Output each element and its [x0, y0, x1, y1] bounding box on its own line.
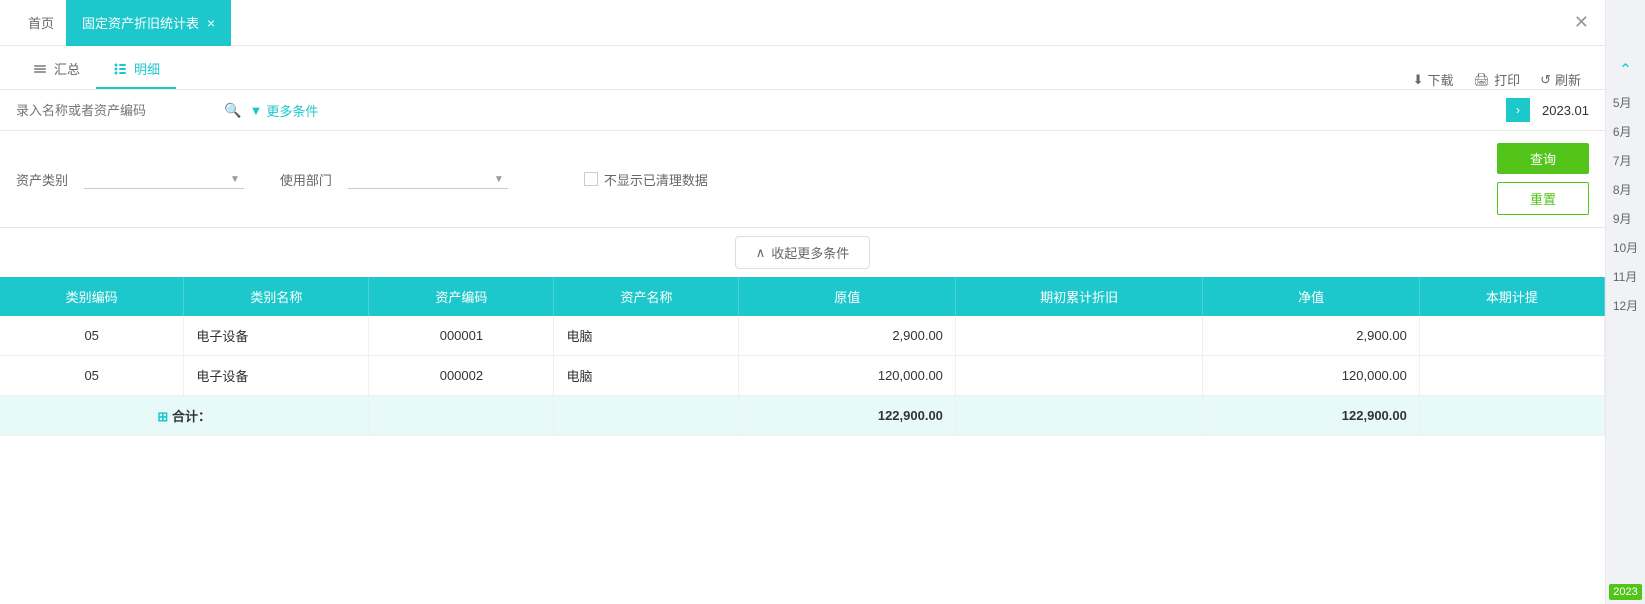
department-select[interactable]: [348, 169, 508, 189]
download-label: 下载: [1428, 70, 1454, 89]
tab-summary[interactable]: 汇总: [16, 49, 96, 89]
table-header-row: 类别编码 类别名称 资产编码 资产名称 原值 期初累计折旧 净值 本期计提: [0, 277, 1605, 316]
sub-tabs-bar: 汇总 明细 ⬇ 下载: [0, 46, 1605, 90]
cell-accumulated-depreciation: [955, 356, 1203, 396]
sidebar-month-item[interactable]: 10月: [1613, 233, 1638, 262]
sidebar-month-item[interactable]: 7月: [1613, 146, 1638, 175]
search-bar: 🔍 ▼ 更多条件 › 2023.01: [0, 90, 1605, 131]
more-filter-button[interactable]: ▼ 更多条件: [249, 101, 318, 120]
cell-current-depreciation: [1419, 356, 1604, 396]
filter-actions: 查询 重置: [1497, 143, 1589, 215]
nav-tab-label: 固定资产折旧统计表: [82, 13, 199, 32]
sidebar-month-item[interactable]: 9月: [1613, 204, 1638, 233]
sidebar-month-item[interactable]: 11月: [1613, 262, 1638, 291]
refresh-button[interactable]: ↺ 刷新: [1540, 70, 1581, 89]
content-wrapper: 汇总 明细 ⬇ 下载: [0, 46, 1605, 604]
nav-tab-close-icon[interactable]: ×: [207, 15, 215, 31]
data-table: 类别编码 类别名称 资产编码 资产名称 原值 期初累计折旧 净值 本期计提 05…: [0, 277, 1605, 436]
total-accumulated-depreciation: [955, 396, 1203, 436]
search-icon[interactable]: 🔍: [224, 102, 241, 119]
print-button[interactable]: 🖨 打印: [1474, 70, 1521, 89]
cell-category-code: 05: [0, 316, 184, 356]
cell-asset-name: 电脑: [554, 356, 739, 396]
asset-category-select[interactable]: [84, 169, 244, 189]
asset-category-label: 资产类别: [16, 170, 76, 189]
tab-detail[interactable]: 明细: [96, 49, 176, 89]
col-asset-name: 资产名称: [554, 277, 739, 316]
top-nav: 首页 固定资产折旧统计表 × ✕: [0, 0, 1605, 46]
filter-area: 资产类别 ▼ 使用部门 ▼: [0, 131, 1605, 228]
collapse-label: 收起更多条件: [771, 243, 849, 262]
sidebar-month-item[interactable]: 8月: [1613, 175, 1638, 204]
collapse-row: ∧ 收起更多条件: [0, 228, 1605, 277]
search-input[interactable]: [16, 103, 216, 118]
tab-summary-label: 汇总: [54, 59, 80, 78]
filter-row: 资产类别 ▼ 使用部门 ▼: [16, 143, 1589, 215]
print-label: 打印: [1494, 70, 1520, 89]
toolbar-buttons: ⬇ 下载 🖨 打印 ↺ 刷新: [1413, 70, 1589, 89]
cell-original-value: 120,000.00: [739, 356, 955, 396]
total-asset-code: [369, 396, 554, 436]
date-nav-button[interactable]: ›: [1506, 98, 1530, 122]
total-current-depreciation: [1419, 396, 1604, 436]
right-sidebar: ⌃ 5月6月7月8月9月10月11月12月 2023: [1605, 0, 1645, 604]
col-accumulated-depreciation: 期初累计折旧: [955, 277, 1203, 316]
col-asset-code: 资产编码: [369, 277, 554, 316]
refresh-label: 刷新: [1555, 70, 1581, 89]
data-table-wrapper: 类别编码 类别名称 资产编码 资产名称 原值 期初累计折旧 净值 本期计提 05…: [0, 277, 1605, 604]
department-field: 使用部门 ▼: [280, 169, 504, 189]
collapse-icon: ∧: [756, 245, 766, 261]
cell-category-code: 05: [0, 356, 184, 396]
print-icon: 🖨: [1474, 72, 1491, 88]
year-badge: 2023: [1609, 584, 1641, 600]
total-label: ⊞ 合计：: [0, 396, 369, 436]
no-cleared-label: 不显示已清理数据: [604, 170, 708, 189]
sidebar-scroll-up-icon[interactable]: ⌃: [1619, 60, 1632, 80]
layers-icon: [32, 60, 48, 76]
cell-accumulated-depreciation: [955, 316, 1203, 356]
cell-category-name: 电子设备: [184, 356, 369, 396]
collapse-button[interactable]: ∧ 收起更多条件: [735, 236, 871, 269]
cell-net-value: 120,000.00: [1203, 356, 1419, 396]
total-asset-name: [554, 396, 739, 436]
total-icon: ⊞: [157, 409, 168, 424]
list-icon: [112, 60, 128, 76]
cell-asset-name: 电脑: [554, 316, 739, 356]
col-current-depreciation: 本期计提: [1419, 277, 1604, 316]
no-cleared-checkbox-area: 不显示已清理数据: [584, 170, 708, 189]
cell-current-depreciation: [1419, 316, 1604, 356]
reset-button[interactable]: 重置: [1497, 182, 1589, 215]
cell-category-name: 电子设备: [184, 316, 369, 356]
download-icon: ⬇: [1413, 72, 1424, 88]
nav-tab-active[interactable]: 固定资产折旧统计表 ×: [66, 0, 231, 46]
total-original-value: 122,900.00: [739, 396, 955, 436]
table-row[interactable]: 05 电子设备 000001 电脑 2,900.00 2,900.00: [0, 316, 1605, 356]
filter-icon: ▼: [249, 103, 262, 118]
department-label: 使用部门: [280, 170, 340, 189]
cell-original-value: 2,900.00: [739, 316, 955, 356]
no-cleared-checkbox[interactable]: [584, 172, 598, 186]
window-close-icon[interactable]: ✕: [1574, 12, 1589, 33]
sidebar-month-item[interactable]: 5月: [1613, 88, 1638, 117]
refresh-icon: ↺: [1540, 72, 1551, 88]
tab-detail-label: 明细: [134, 59, 160, 78]
asset-category-field: 资产类别 ▼: [16, 169, 240, 189]
table-row[interactable]: 05 电子设备 000002 电脑 120,000.00 120,000.00: [0, 356, 1605, 396]
table-total-row: ⊞ 合计： 122,900.00 122,900.00: [0, 396, 1605, 436]
total-net-value: 122,900.00: [1203, 396, 1419, 436]
nav-home[interactable]: 首页: [16, 13, 66, 32]
col-category-code: 类别编码: [0, 277, 184, 316]
col-net-value: 净值: [1203, 277, 1419, 316]
date-label: 2023.01: [1542, 103, 1589, 118]
col-original-value: 原值: [739, 277, 955, 316]
col-category-name: 类别名称: [184, 277, 369, 316]
cell-asset-code: 000001: [369, 316, 554, 356]
download-button[interactable]: ⬇ 下载: [1413, 70, 1454, 89]
cell-net-value: 2,900.00: [1203, 316, 1419, 356]
sidebar-month-item[interactable]: 6月: [1613, 117, 1638, 146]
more-filter-label: 更多条件: [266, 101, 318, 120]
sidebar-month-item[interactable]: 12月: [1613, 291, 1638, 320]
cell-asset-code: 000002: [369, 356, 554, 396]
query-button[interactable]: 查询: [1497, 143, 1589, 174]
